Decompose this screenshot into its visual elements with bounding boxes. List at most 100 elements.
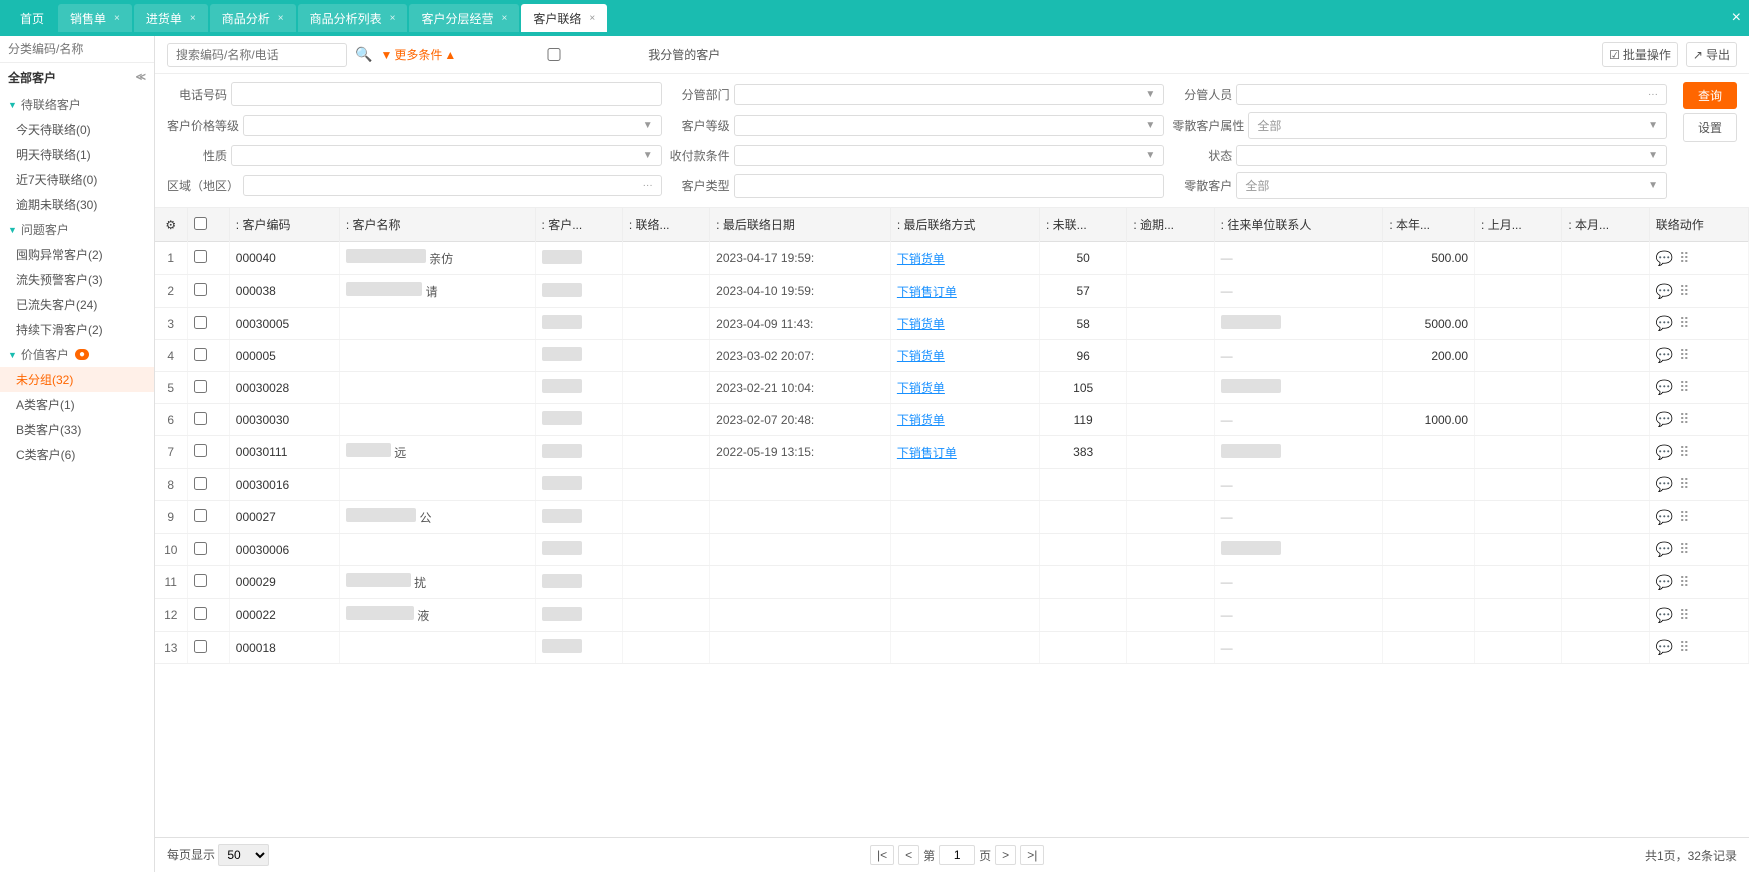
close-sales-tab[interactable]: ×: [114, 13, 120, 24]
row-select[interactable]: [187, 566, 229, 599]
col-last-date-header[interactable]: : 最后联络日期: [710, 208, 891, 242]
row-last-method[interactable]: 下销货单: [890, 308, 1039, 340]
sidebar-item-churned[interactable]: 已流失客户(24): [0, 292, 154, 317]
close-analysis-tab[interactable]: ×: [278, 13, 284, 24]
more-icon[interactable]: ⠿: [1679, 476, 1689, 493]
row-select[interactable]: [187, 599, 229, 632]
close-customer-contact-tab[interactable]: ×: [589, 13, 595, 24]
row-name[interactable]: [339, 469, 535, 501]
sparse-attr-select[interactable]: 全部▼: [1248, 112, 1667, 139]
dept-select[interactable]: ▼: [734, 84, 1165, 105]
row-last-method[interactable]: [890, 469, 1039, 501]
row-name[interactable]: [339, 308, 535, 340]
row-select[interactable]: [187, 501, 229, 534]
contact-icon[interactable]: 💬: [1656, 315, 1673, 332]
more-icon[interactable]: ⠿: [1679, 250, 1689, 267]
group-pending-contact[interactable]: ▼ 待联络客户: [0, 92, 154, 117]
price-level-select[interactable]: ▼: [243, 115, 662, 136]
col-this-year-header[interactable]: : 本年...: [1383, 208, 1475, 242]
customer-level-select[interactable]: ▼: [734, 115, 1165, 136]
col-last-month-header[interactable]: : 上月...: [1475, 208, 1562, 242]
status-select[interactable]: ▼: [1236, 145, 1667, 166]
close-customer-tier-tab[interactable]: ×: [501, 13, 507, 24]
row-select[interactable]: [187, 275, 229, 308]
col-this-month-header[interactable]: : 本月...: [1562, 208, 1649, 242]
row-checkbox[interactable]: [194, 607, 207, 620]
contact-icon[interactable]: 💬: [1656, 444, 1673, 461]
last-page-btn[interactable]: >|: [1020, 845, 1044, 865]
row-last-method[interactable]: [890, 534, 1039, 566]
row-checkbox[interactable]: [194, 444, 207, 457]
more-icon[interactable]: ⠿: [1679, 379, 1689, 396]
col-contact-person-header[interactable]: : 往来单位联系人: [1214, 208, 1383, 242]
more-icon[interactable]: ⠿: [1679, 315, 1689, 332]
col-name-header[interactable]: : 客户名称: [339, 208, 535, 242]
row-last-method[interactable]: [890, 632, 1039, 664]
customer-type-input[interactable]: [734, 174, 1165, 198]
row-name[interactable]: [339, 534, 535, 566]
tab-customer-tier[interactable]: 客户分层经营 ×: [409, 4, 519, 32]
home-tab[interactable]: 首页: [8, 10, 56, 27]
more-icon[interactable]: ⠿: [1679, 541, 1689, 558]
row-last-method[interactable]: 下销货单: [890, 404, 1039, 436]
row-checkbox[interactable]: [194, 380, 207, 393]
row-name[interactable]: [339, 632, 535, 664]
sidebar-item-tomorrow[interactable]: 明天待联络(1): [0, 142, 154, 167]
contact-icon[interactable]: 💬: [1656, 250, 1673, 267]
row-checkbox[interactable]: [194, 477, 207, 490]
row-last-method[interactable]: 下销货单: [890, 242, 1039, 275]
region-select[interactable]: ···: [243, 175, 662, 196]
row-name[interactable]: 远: [339, 436, 535, 469]
col-last-method-header[interactable]: : 最后联络方式: [890, 208, 1039, 242]
row-select[interactable]: [187, 242, 229, 275]
more-icon[interactable]: ⠿: [1679, 639, 1689, 656]
row-checkbox[interactable]: [194, 412, 207, 425]
query-button[interactable]: 查询: [1683, 82, 1737, 109]
sidebar-item-7days[interactable]: 近7天待联络(0): [0, 167, 154, 192]
row-last-method[interactable]: [890, 501, 1039, 534]
more-icon[interactable]: ⠿: [1679, 347, 1689, 364]
row-checkbox[interactable]: [194, 509, 207, 522]
more-filter-btn[interactable]: ▼ 更多条件 ▲: [380, 46, 456, 63]
row-checkbox[interactable]: [194, 316, 207, 329]
tab-analysis-list[interactable]: 商品分析列表 ×: [298, 4, 408, 32]
tab-purchase[interactable]: 进货单 ×: [134, 4, 208, 32]
my-customers-checkbox[interactable]: [464, 48, 644, 61]
row-select[interactable]: [187, 308, 229, 340]
sidebar-item-abnormal[interactable]: 囤购异常客户(2): [0, 242, 154, 267]
sidebar-item-overdue[interactable]: 逾期未联络(30): [0, 192, 154, 217]
tab-sales[interactable]: 销售单 ×: [58, 4, 132, 32]
group-value-customers[interactable]: ▼ 价值客户 ●: [0, 342, 154, 367]
row-last-method[interactable]: 下销售订单: [890, 275, 1039, 308]
row-name[interactable]: 液: [339, 599, 535, 632]
row-checkbox[interactable]: [194, 542, 207, 555]
row-select[interactable]: [187, 404, 229, 436]
col-settings[interactable]: ⚙: [155, 208, 187, 242]
sidebar-search-input[interactable]: [8, 42, 155, 56]
row-name[interactable]: 扰: [339, 566, 535, 599]
payment-select[interactable]: ▼: [734, 145, 1165, 166]
row-select[interactable]: [187, 469, 229, 501]
my-customers-filter[interactable]: 我分管的客户: [464, 46, 720, 63]
row-last-method[interactable]: [890, 599, 1039, 632]
close-purchase-tab[interactable]: ×: [190, 13, 196, 24]
row-last-method[interactable]: [890, 566, 1039, 599]
row-name[interactable]: [339, 372, 535, 404]
col-code-header[interactable]: : 客户编码: [229, 208, 339, 242]
row-checkbox[interactable]: [194, 348, 207, 361]
tab-customer-contact[interactable]: 客户联络 ×: [521, 4, 607, 32]
close-analysis-list-tab[interactable]: ×: [390, 13, 396, 24]
sparse-customer-select[interactable]: 全部▼: [1236, 172, 1667, 199]
contact-icon[interactable]: 💬: [1656, 411, 1673, 428]
contact-icon[interactable]: 💬: [1656, 379, 1673, 396]
sidebar-item-churn-warning[interactable]: 流失预警客户(3): [0, 267, 154, 292]
contact-icon[interactable]: 💬: [1656, 347, 1673, 364]
row-checkbox[interactable]: [194, 283, 207, 296]
contact-icon[interactable]: 💬: [1656, 541, 1673, 558]
row-select[interactable]: [187, 372, 229, 404]
row-last-method[interactable]: 下销货单: [890, 340, 1039, 372]
row-last-method[interactable]: 下销售订单: [890, 436, 1039, 469]
col-customer-header[interactable]: : 客户...: [535, 208, 622, 242]
sidebar-item-ungroup[interactable]: 未分组(32): [0, 367, 154, 392]
tab-analysis[interactable]: 商品分析 ×: [210, 4, 296, 32]
